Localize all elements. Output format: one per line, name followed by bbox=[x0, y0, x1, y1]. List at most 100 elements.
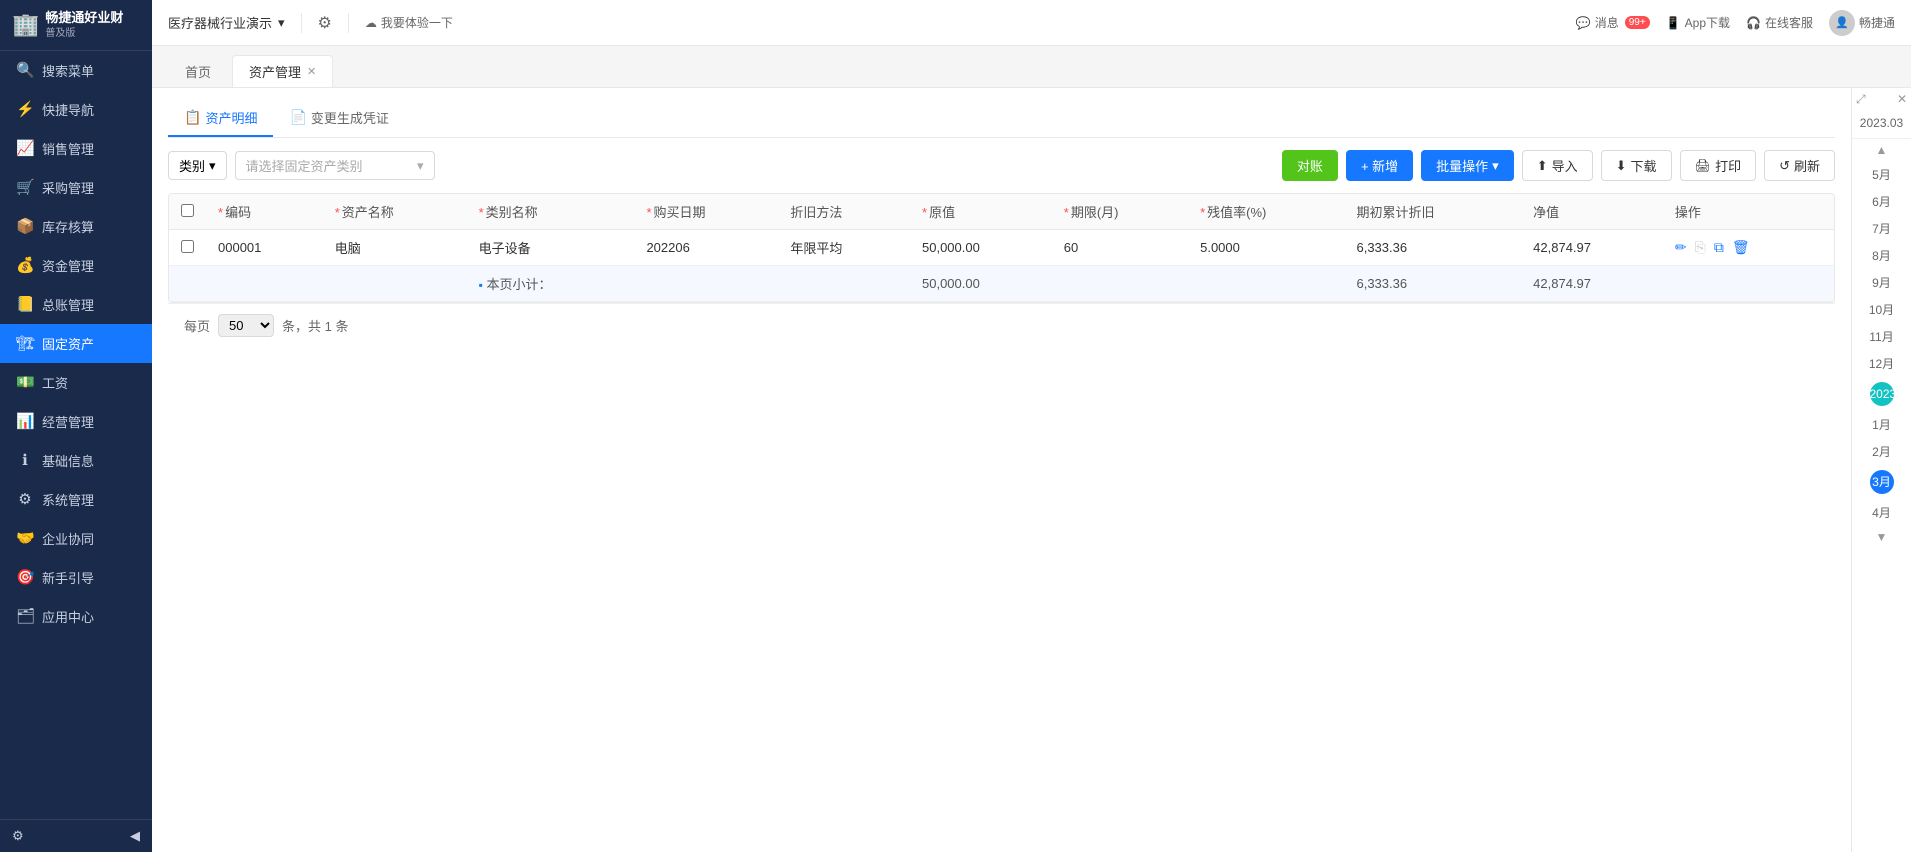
service-button[interactable]: 🎧 在线客服 bbox=[1746, 14, 1813, 31]
tab-home[interactable]: 首页 bbox=[168, 55, 228, 87]
experience-label: 我要体验一下 bbox=[381, 14, 453, 31]
sidebar-item-label: 总账管理 bbox=[42, 295, 94, 314]
month-10[interactable]: 10月 bbox=[1852, 296, 1911, 323]
edit-icon[interactable]: ✏ bbox=[1675, 239, 1687, 256]
month-3-current[interactable]: 3月 bbox=[1852, 465, 1911, 499]
box-icon: 📦 bbox=[16, 217, 34, 235]
sidebar-item-business[interactable]: 📊 经营管理 bbox=[0, 402, 152, 441]
lightning-icon: ⚡ bbox=[16, 100, 34, 118]
sidebar-item-label: 搜索菜单 bbox=[42, 61, 94, 80]
company-name: 医疗器械行业演示 bbox=[168, 13, 272, 32]
copy-icon[interactable]: ⎘ bbox=[1695, 239, 1706, 256]
month-4[interactable]: 4月 bbox=[1852, 499, 1911, 526]
chevron-down-icon: ▾ bbox=[1492, 158, 1499, 174]
import-button[interactable]: ⬆ 导入 bbox=[1522, 150, 1593, 181]
cloud-icon: ☁ bbox=[365, 16, 377, 30]
sidebar-item-search[interactable]: 🔍 搜索菜单 bbox=[0, 51, 152, 90]
header-checkbox[interactable] bbox=[169, 194, 206, 230]
sidebar-item-inventory[interactable]: 📦 库存核算 bbox=[0, 207, 152, 246]
cell-code: 000001 bbox=[206, 230, 323, 266]
new-button[interactable]: + 新增 bbox=[1346, 150, 1413, 181]
sidebar-item-ledger[interactable]: 📒 总账管理 bbox=[0, 285, 152, 324]
month-1[interactable]: 1月 bbox=[1852, 411, 1911, 438]
sidebar-item-label: 基础信息 bbox=[42, 451, 94, 470]
header-accumulated: 期初累计折旧 bbox=[1344, 194, 1521, 230]
subtotal-empty2 bbox=[206, 266, 323, 302]
sidebar-item-system[interactable]: ⚙ 系统管理 bbox=[0, 480, 152, 519]
delete-icon[interactable]: 🗑 bbox=[1732, 239, 1750, 256]
per-page-select[interactable]: 50 10 20 100 bbox=[218, 314, 274, 337]
download-button[interactable]: 📱 App下载 bbox=[1666, 14, 1730, 31]
toolbar-right: 对账 + 新增 批量操作 ▾ ⬆ 导入 ⬇ 下载 bbox=[1282, 150, 1835, 181]
topbar: 医疗器械行业演示 ▾ ⚙ ☁ 我要体验一下 💬 消息 99+ 📱 App下载 🎧… bbox=[152, 0, 1911, 46]
sub-tab-asset-detail[interactable]: 📋 资产明细 bbox=[168, 100, 273, 137]
per-page-label: 每页 bbox=[184, 316, 210, 335]
month-6[interactable]: 6月 bbox=[1852, 188, 1911, 215]
select-all-checkbox[interactable] bbox=[181, 204, 194, 217]
settings-icon[interactable]: ⚙ bbox=[12, 828, 24, 844]
tab-close-icon[interactable]: ✕ bbox=[307, 65, 316, 78]
panel-expand-button[interactable]: ⤢ bbox=[1856, 92, 1866, 107]
cell-depreciation-method: 年限平均 bbox=[778, 230, 910, 266]
month-11[interactable]: 11月 bbox=[1852, 323, 1911, 350]
right-panel: ✕ ⤢ 2023.03 ▲ 5月 6月 7月 8月 9月 10月 11月 12月… bbox=[1851, 88, 1911, 852]
toolbar: 类别 ▾ 请选择固定资产类别 ▾ 对账 + 新增 批量操作 ▾ bbox=[168, 150, 1835, 181]
category-filter-label[interactable]: 类别 ▾ bbox=[168, 151, 227, 180]
table-row: 000001 电脑 电子设备 202206 年限平均 50,000.00 60 … bbox=[169, 230, 1834, 266]
user-name: 畅捷通 bbox=[1859, 14, 1895, 31]
cell-original-value: 50,000.00 bbox=[910, 230, 1052, 266]
cell-name: 电脑 bbox=[323, 230, 467, 266]
reconcile-button[interactable]: 对账 bbox=[1282, 150, 1338, 181]
month-9[interactable]: 9月 bbox=[1852, 269, 1911, 296]
experience-button[interactable]: ☁ 我要体验一下 bbox=[365, 14, 453, 31]
subtotal-row: ▪ 本页小计： 50,000.00 6,333.36 42,874.97 bbox=[169, 266, 1834, 302]
month-7[interactable]: 7月 bbox=[1852, 215, 1911, 242]
row-checkbox[interactable] bbox=[169, 230, 206, 266]
refresh-label: 刷新 bbox=[1794, 156, 1820, 175]
sidebar-item-enterprise[interactable]: 🤝 企业协同 bbox=[0, 519, 152, 558]
refresh-button[interactable]: ↺ 刷新 bbox=[1764, 150, 1835, 181]
info-icon: ℹ bbox=[16, 451, 34, 469]
panel-nav-up[interactable]: ▲ bbox=[1876, 139, 1888, 161]
message-button[interactable]: 💬 消息 99+ bbox=[1576, 14, 1650, 31]
chevron-down-icon: ▾ bbox=[209, 158, 216, 174]
sidebar-item-finance[interactable]: 💰 资金管理 bbox=[0, 246, 152, 285]
tab-asset-mgmt[interactable]: 资产管理 ✕ bbox=[232, 55, 333, 87]
print-button[interactable]: 🖨 打印 bbox=[1680, 150, 1757, 181]
sidebar-item-sales[interactable]: 📈 销售管理 bbox=[0, 129, 152, 168]
sidebar-item-quick-nav[interactable]: ⚡ 快捷导航 bbox=[0, 90, 152, 129]
month-2[interactable]: 2月 bbox=[1852, 438, 1911, 465]
category-filter-input[interactable]: 请选择固定资产类别 ▾ bbox=[235, 151, 435, 180]
sidebar-item-guide[interactable]: 🎯 新手引导 bbox=[0, 558, 152, 597]
duplicate-icon[interactable]: ⧉ bbox=[1714, 239, 1724, 256]
sidebar-item-payroll[interactable]: 💵 工资 bbox=[0, 363, 152, 402]
collapse-icon[interactable]: ◀ bbox=[130, 828, 140, 844]
header-net-value: 净值 bbox=[1521, 194, 1663, 230]
sidebar-item-app-center[interactable]: 🗂 应用中心 bbox=[0, 597, 152, 636]
sidebar-item-purchase[interactable]: 🛒 采购管理 bbox=[0, 168, 152, 207]
company-selector[interactable]: 医疗器械行业演示 ▾ bbox=[168, 13, 285, 32]
month-5[interactable]: 5月 bbox=[1852, 161, 1911, 188]
month-list: 5月 6月 7月 8月 9月 10月 11月 12月 2023 1月 2月 3月… bbox=[1852, 161, 1911, 526]
divider bbox=[301, 13, 302, 33]
sub-tab-change-voucher[interactable]: 📄 变更生成凭证 bbox=[273, 100, 404, 137]
sidebar-item-basic-info[interactable]: ℹ 基础信息 bbox=[0, 441, 152, 480]
batch-button[interactable]: 批量操作 ▾ bbox=[1421, 150, 1514, 181]
header-purchase-date: *购买日期 bbox=[634, 194, 778, 230]
subtotal-label: 本页小计： bbox=[487, 277, 552, 292]
row-select-checkbox[interactable] bbox=[181, 240, 194, 253]
refresh-icon: ↺ bbox=[1779, 158, 1790, 174]
month-8[interactable]: 8月 bbox=[1852, 242, 1911, 269]
sidebar-nav: 🔍 搜索菜单 ⚡ 快捷导航 📈 销售管理 🛒 采购管理 📦 库存核算 💰 资金管… bbox=[0, 51, 152, 819]
topbar-right: 💬 消息 99+ 📱 App下载 🎧 在线客服 👤 畅捷通 bbox=[1576, 10, 1895, 36]
sidebar-item-fixed-assets[interactable]: 🏗 固定资产 bbox=[0, 324, 152, 363]
divider2 bbox=[348, 13, 349, 33]
user-menu[interactable]: 👤 畅捷通 bbox=[1829, 10, 1895, 36]
settings-button[interactable]: ⚙ bbox=[318, 13, 332, 33]
asset-table: *编码 *资产名称 *类别名称 *购买日期 折旧方法 *原值 *期限(月) *残… bbox=[168, 193, 1835, 303]
month-12[interactable]: 12月 bbox=[1852, 350, 1911, 377]
panel-close-button[interactable]: ✕ bbox=[1897, 92, 1907, 106]
panel-nav-down[interactable]: ▼ bbox=[1876, 526, 1888, 548]
sidebar-item-label: 采购管理 bbox=[42, 178, 94, 197]
download-button[interactable]: ⬇ 下载 bbox=[1601, 150, 1672, 181]
